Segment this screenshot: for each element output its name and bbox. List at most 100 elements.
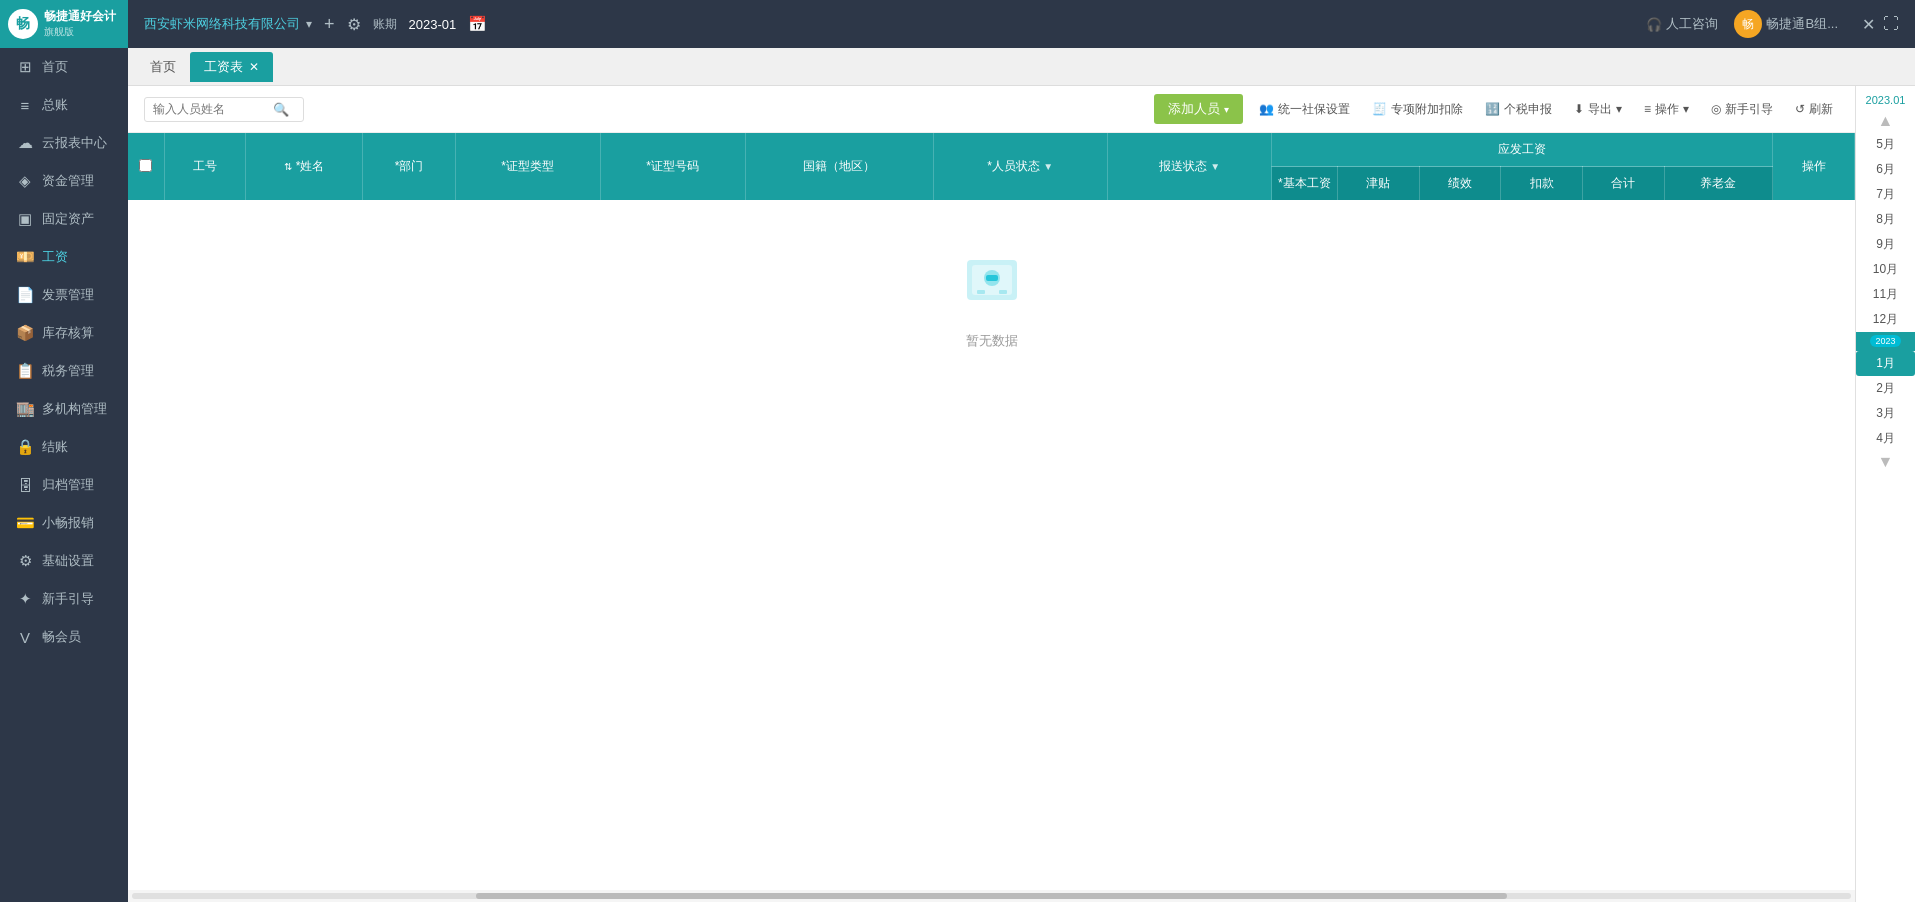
sidebar-item-fund[interactable]: ◈ 资金管理 (0, 162, 128, 200)
sidebar-item-archive[interactable]: 🗄 归档管理 (0, 466, 128, 504)
sidebar-item-label: 新手引导 (42, 590, 94, 608)
report-status-filter-icon[interactable]: ▼ (1210, 161, 1220, 172)
company-name: 西安虾米网络科技有限公司 (144, 15, 300, 33)
sidebar-item-label: 云报表中心 (42, 134, 107, 152)
period-label: 账期 (373, 16, 397, 33)
month-item-4[interactable]: 4月 (1856, 426, 1915, 451)
logo: 畅 畅捷通好会计 旗舰版 (0, 0, 128, 48)
home-icon: ⊞ (16, 58, 34, 76)
sidebar-item-label: 库存核算 (42, 324, 94, 342)
select-all-checkbox[interactable] (139, 159, 152, 172)
tabs-bar: 首页 工资表 ✕ (128, 48, 1915, 86)
month-item-1[interactable]: 1月 (1856, 351, 1915, 376)
period-display: 2023.01 (1864, 90, 1908, 110)
tax-icon: 🔢 (1485, 102, 1500, 116)
sidebar-item-member[interactable]: V 畅会员 (0, 618, 128, 656)
sidebar-item-guide[interactable]: ✦ 新手引导 (0, 580, 128, 618)
cloud-icon: ☁ (16, 134, 34, 152)
th-employee-status: *人员状态 ▼ (933, 133, 1107, 200)
th-nationality: 国籍（地区） (745, 133, 933, 200)
year-label: 2023 (1856, 332, 1915, 351)
sidebar-item-ledger[interactable]: ≡ 总账 (0, 86, 128, 124)
topbar: 西安虾米网络科技有限公司 ▾ + ⚙ 账期 2023-01 📅 🎧 人工咨询 畅… (128, 0, 1915, 48)
month-item-9[interactable]: 9月 (1856, 232, 1915, 257)
search-input[interactable] (153, 102, 273, 116)
sidebar: 畅 畅捷通好会计 旗舰版 ⊞ 首页 ≡ 总账 ☁ 云报表中心 ◈ 资金管理 ▣ … (0, 0, 128, 902)
sidebar-item-multi-org[interactable]: 🏬 多机构管理 (0, 390, 128, 428)
employee-status-filter-icon[interactable]: ▼ (1043, 161, 1053, 172)
member-icon: V (16, 629, 34, 646)
headset-icon: 🎧 (1646, 17, 1662, 32)
username: 畅捷通B组... (1766, 15, 1838, 33)
sidebar-item-expense[interactable]: 💳 小畅报销 (0, 504, 128, 542)
window-close-button[interactable]: ✕ (1862, 15, 1875, 34)
assets-icon: ▣ (16, 210, 34, 228)
tax-report-button[interactable]: 🔢 个税申报 (1479, 97, 1558, 122)
operation-button[interactable]: ≡ 操作 ▾ (1638, 97, 1695, 122)
month-item-8[interactable]: 8月 (1856, 207, 1915, 232)
inventory-icon: 📦 (16, 324, 34, 342)
month-item-6[interactable]: 6月 (1856, 157, 1915, 182)
multi-org-icon: 🏬 (16, 400, 34, 418)
tab-home-label: 首页 (150, 58, 176, 76)
special-deduction-button[interactable]: 🧾 专项附加扣除 (1366, 97, 1469, 122)
th-base-salary: *基本工资 (1272, 167, 1338, 201)
content-inner: 🔍 添加人员 ▾ 👥 统一社保设置 🧾 专项附加扣除 (128, 86, 1855, 902)
month-item-2[interactable]: 2月 (1856, 376, 1915, 401)
company-dropdown-icon: ▾ (306, 17, 312, 31)
export-icon: ⬇ (1574, 102, 1584, 116)
sidebar-item-close-account[interactable]: 🔒 结账 (0, 428, 128, 466)
guide-button[interactable]: ◎ 新手引导 (1705, 97, 1779, 122)
year-next-button[interactable]: ▼ (1856, 451, 1915, 473)
month-item-10[interactable]: 10月 (1856, 257, 1915, 282)
sidebar-item-label: 基础设置 (42, 552, 94, 570)
th-checkbox (128, 133, 164, 200)
month-item-12[interactable]: 12月 (1856, 307, 1915, 332)
support-button[interactable]: 🎧 人工咨询 (1646, 15, 1718, 33)
logo-icon: 畅 (8, 9, 38, 39)
company-selector[interactable]: 西安虾米网络科技有限公司 ▾ (144, 15, 312, 33)
year-prev-button[interactable]: ▲ (1856, 110, 1915, 132)
topbar-settings-icon[interactable]: ⚙ (347, 15, 361, 34)
sidebar-item-fixed-assets[interactable]: ▣ 固定资产 (0, 200, 128, 238)
sidebar-item-settings[interactable]: ⚙ 基础设置 (0, 542, 128, 580)
th-deduction: 扣款 (1501, 167, 1583, 201)
tab-salary-table[interactable]: 工资表 ✕ (190, 52, 273, 82)
topbar-add-icon[interactable]: + (324, 14, 335, 35)
sidebar-item-tax[interactable]: 📋 税务管理 (0, 352, 128, 390)
th-salary-group: 应发工资 (1272, 133, 1773, 167)
avatar: 畅 (1734, 10, 1762, 38)
add-person-button[interactable]: 添加人员 ▾ (1154, 94, 1243, 124)
month-item-5[interactable]: 5月 (1856, 132, 1915, 157)
tax-icon: 📋 (16, 362, 34, 380)
year-panel: 2023.01 ▲ 5月 6月 7月 8月 9月 10月 11月 12月 202… (1855, 86, 1915, 902)
tab-close-icon[interactable]: ✕ (249, 60, 259, 74)
topbar-right: 🎧 人工咨询 畅 畅捷通B组... ✕ ⛶ (1646, 10, 1899, 38)
refresh-button[interactable]: ↺ 刷新 (1789, 97, 1839, 122)
sidebar-item-cloud-report[interactable]: ☁ 云报表中心 (0, 124, 128, 162)
month-item-3[interactable]: 3月 (1856, 401, 1915, 426)
window-maximize-button[interactable]: ⛶ (1883, 15, 1899, 34)
chevron-down-icon: ▾ (1224, 104, 1229, 115)
sidebar-item-label: 归档管理 (42, 476, 94, 494)
sidebar-item-invoice[interactable]: 📄 发票管理 (0, 276, 128, 314)
archive-icon: 🗄 (16, 477, 34, 494)
sidebar-item-home[interactable]: ⊞ 首页 (0, 48, 128, 86)
user-info[interactable]: 畅 畅捷通B组... (1734, 10, 1838, 38)
tab-home[interactable]: 首页 (136, 52, 190, 82)
period-value: 2023-01 (409, 17, 457, 32)
month-item-7[interactable]: 7月 (1856, 182, 1915, 207)
sidebar-item-salary[interactable]: 💴 工资 (0, 238, 128, 276)
sidebar-item-label: 税务管理 (42, 362, 94, 380)
settings-icon: ⚙ (16, 552, 34, 570)
export-button[interactable]: ⬇ 导出 ▾ (1568, 97, 1628, 122)
social-security-button[interactable]: 👥 统一社保设置 (1253, 97, 1356, 122)
special-deduction-icon: 🧾 (1372, 102, 1387, 116)
sidebar-item-inventory[interactable]: 📦 库存核算 (0, 314, 128, 352)
th-id-type: *证型类型 (455, 133, 600, 200)
th-name: ⇅ *姓名 (246, 133, 363, 200)
calendar-icon[interactable]: 📅 (468, 15, 487, 33)
scrollbar-thumb[interactable] (476, 893, 1507, 899)
month-item-11[interactable]: 11月 (1856, 282, 1915, 307)
operation-icon: ≡ (1644, 102, 1651, 116)
